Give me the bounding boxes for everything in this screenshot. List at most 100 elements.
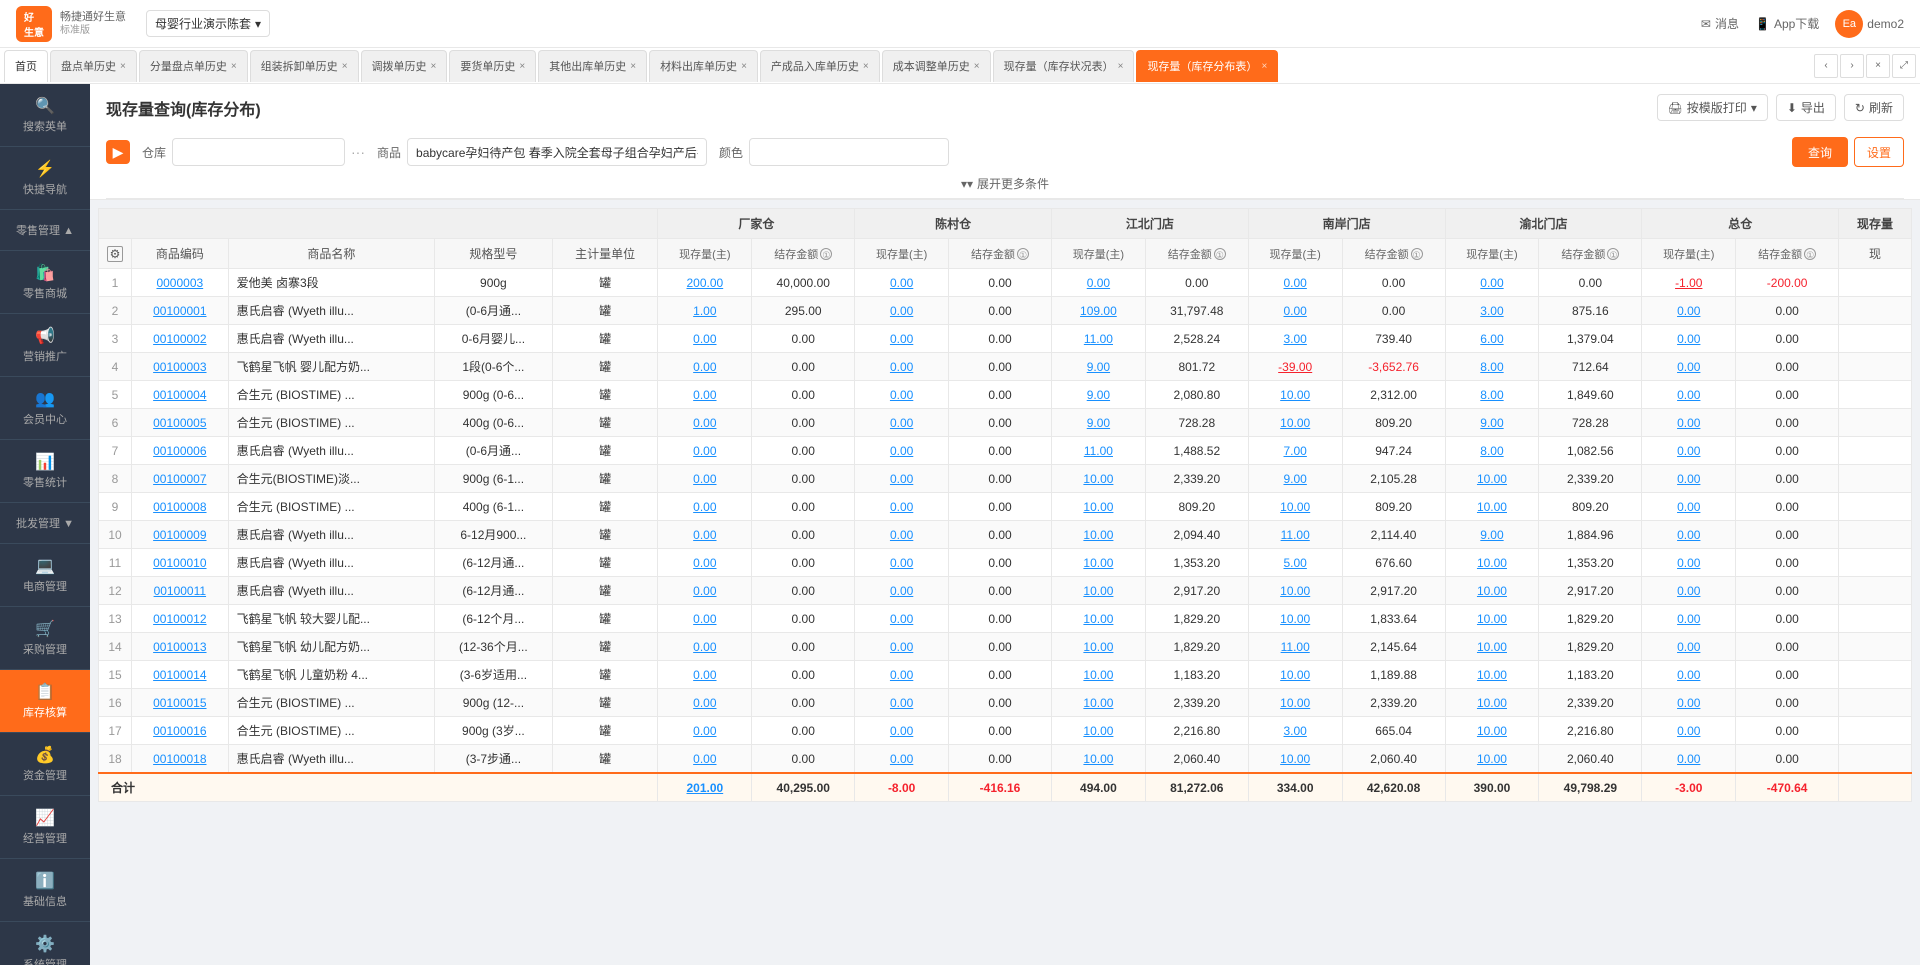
info-icon[interactable]: ① <box>1411 248 1423 260</box>
row-zc-qty[interactable]: 0.00 <box>1642 549 1736 577</box>
row-fc-qty[interactable]: 0.00 <box>658 605 752 633</box>
row-yb-qty[interactable]: 10.00 <box>1445 633 1539 661</box>
row-code[interactable]: 00100015 <box>132 689 229 717</box>
row-zc-qty[interactable]: 0.00 <box>1642 605 1736 633</box>
row-code[interactable]: 00100009 <box>132 521 229 549</box>
row-na-qty[interactable]: 10.00 <box>1248 605 1342 633</box>
close-icon[interactable]: × <box>741 61 747 72</box>
refresh-btn[interactable]: ↻ 刷新 <box>1844 94 1904 121</box>
row-yb-qty[interactable]: 8.00 <box>1445 437 1539 465</box>
close-icon[interactable]: × <box>1118 61 1124 72</box>
row-code[interactable]: 00100013 <box>132 633 229 661</box>
row-yb-qty[interactable]: 9.00 <box>1445 409 1539 437</box>
row-cc-qty[interactable]: 0.00 <box>855 549 949 577</box>
sidebar-item-inventory[interactable]: 📋 库存核算 <box>0 670 90 733</box>
summary-jb-qty[interactable]: 494.00 <box>1052 773 1146 802</box>
row-zc-qty[interactable]: 0.00 <box>1642 409 1736 437</box>
row-fc-qty[interactable]: 0.00 <box>658 325 752 353</box>
sidebar-item-members[interactable]: 👥 会员中心 <box>0 377 90 440</box>
row-na-qty[interactable]: 5.00 <box>1248 549 1342 577</box>
row-code[interactable]: 00100008 <box>132 493 229 521</box>
row-fc-qty[interactable]: 0.00 <box>658 745 752 774</box>
row-cc-qty[interactable]: 0.00 <box>855 353 949 381</box>
row-na-qty[interactable]: 3.00 <box>1248 717 1342 745</box>
row-cc-qty[interactable]: 0.00 <box>855 409 949 437</box>
row-cc-qty[interactable]: 0.00 <box>855 381 949 409</box>
export-btn[interactable]: ⬇ 导出 <box>1776 94 1836 121</box>
summary-na-qty[interactable]: 334.00 <box>1248 773 1342 802</box>
row-fc-qty[interactable]: 0.00 <box>658 661 752 689</box>
row-jb-qty[interactable]: 11.00 <box>1052 325 1146 353</box>
settings-icon[interactable]: ⚙ <box>107 246 123 262</box>
tab-7[interactable]: 材料出库单历史 × <box>649 50 758 82</box>
row-code[interactable]: 00100012 <box>132 605 229 633</box>
row-code[interactable]: 00100003 <box>132 353 229 381</box>
sidebar-item-purchase[interactable]: 🛒 采购管理 <box>0 607 90 670</box>
row-na-qty[interactable]: 0.00 <box>1248 297 1342 325</box>
row-yb-qty[interactable]: 0.00 <box>1445 269 1539 297</box>
row-code[interactable]: 00100010 <box>132 549 229 577</box>
summary-zc-qty[interactable]: -3.00 <box>1642 773 1736 802</box>
row-cc-qty[interactable]: 0.00 <box>855 661 949 689</box>
row-na-qty[interactable]: 9.00 <box>1248 465 1342 493</box>
row-yb-qty[interactable]: 10.00 <box>1445 605 1539 633</box>
sidebar-item-system[interactable]: ⚙️ 系统管理 <box>0 922 90 965</box>
row-cc-qty[interactable]: 0.00 <box>855 269 949 297</box>
row-zc-qty[interactable]: 0.00 <box>1642 521 1736 549</box>
close-icon[interactable]: × <box>519 61 525 72</box>
row-zc-qty[interactable]: -1.00 <box>1642 269 1736 297</box>
sidebar-item-quicknav[interactable]: ⚡ 快捷导航 <box>0 147 90 210</box>
row-yb-qty[interactable]: 10.00 <box>1445 717 1539 745</box>
row-yb-qty[interactable]: 10.00 <box>1445 577 1539 605</box>
row-code[interactable]: 00100014 <box>132 661 229 689</box>
row-cc-qty[interactable]: 0.00 <box>855 605 949 633</box>
row-yb-qty[interactable]: 10.00 <box>1445 549 1539 577</box>
row-jb-qty[interactable]: 9.00 <box>1052 409 1146 437</box>
row-code[interactable]: 00100005 <box>132 409 229 437</box>
sidebar-item-retail-stats[interactable]: 📊 零售统计 <box>0 440 90 503</box>
expand-more-btn[interactable]: ▾▾ 展开更多条件 <box>106 173 1904 194</box>
row-fc-qty[interactable]: 0.00 <box>658 549 752 577</box>
row-na-qty[interactable]: 10.00 <box>1248 661 1342 689</box>
row-zc-qty[interactable]: 0.00 <box>1642 493 1736 521</box>
sidebar-item-operations[interactable]: 📈 经营管理 <box>0 796 90 859</box>
row-zc-qty[interactable]: 0.00 <box>1642 689 1736 717</box>
sidebar-item-search[interactable]: 🔍 搜索英单 <box>0 84 90 147</box>
tab-home[interactable]: 首页 <box>4 50 48 82</box>
color-input[interactable] <box>749 138 949 166</box>
row-na-qty[interactable]: 7.00 <box>1248 437 1342 465</box>
row-cc-qty[interactable]: 0.00 <box>855 745 949 774</box>
row-na-qty[interactable]: 10.00 <box>1248 493 1342 521</box>
table-container[interactable]: 厂家仓 陈村仓 江北门店 南岸门店 渝北门店 总仓 现存量 ⚙ 商品编码 商品名… <box>90 200 1920 965</box>
row-fc-qty[interactable]: 0.00 <box>658 409 752 437</box>
industry-selector[interactable]: 母婴行业演示陈套 ▾ <box>146 10 270 37</box>
sidebar-item-retail-mgmt[interactable]: 零售管理 ▲ <box>0 210 90 251</box>
row-zc-qty[interactable]: 0.00 <box>1642 381 1736 409</box>
col-settings[interactable]: ⚙ <box>99 239 132 269</box>
row-jb-qty[interactable]: 10.00 <box>1052 689 1146 717</box>
message-btn[interactable]: ✉ 消息 <box>1701 15 1739 32</box>
row-fc-qty[interactable]: 0.00 <box>658 381 752 409</box>
summary-fc-qty[interactable]: 201.00 <box>658 773 752 802</box>
tab-3[interactable]: 组装拆卸单历史 × <box>250 50 359 82</box>
row-na-qty[interactable]: 10.00 <box>1248 745 1342 774</box>
row-fc-qty[interactable]: 0.00 <box>658 353 752 381</box>
summary-cc-qty[interactable]: -8.00 <box>855 773 949 802</box>
tab-next-btn[interactable]: › <box>1840 54 1864 78</box>
row-code[interactable]: 00100011 <box>132 577 229 605</box>
row-yb-qty[interactable]: 8.00 <box>1445 353 1539 381</box>
filter-toggle-btn[interactable]: ▶ <box>106 140 130 164</box>
row-jb-qty[interactable]: 10.00 <box>1052 577 1146 605</box>
sidebar-item-finance[interactable]: 💰 资金管理 <box>0 733 90 796</box>
row-zc-qty[interactable]: 0.00 <box>1642 745 1736 774</box>
row-jb-qty[interactable]: 10.00 <box>1052 745 1146 774</box>
row-cc-qty[interactable]: 0.00 <box>855 633 949 661</box>
row-na-qty[interactable]: 10.00 <box>1248 409 1342 437</box>
row-cc-qty[interactable]: 0.00 <box>855 577 949 605</box>
row-code[interactable]: 0000003 <box>132 269 229 297</box>
row-cc-qty[interactable]: 0.00 <box>855 717 949 745</box>
row-jb-qty[interactable]: 9.00 <box>1052 381 1146 409</box>
row-fc-qty[interactable]: 0.00 <box>658 689 752 717</box>
tab-expand-btn[interactable]: ⤢ <box>1892 54 1916 78</box>
row-zc-qty[interactable]: 0.00 <box>1642 465 1736 493</box>
